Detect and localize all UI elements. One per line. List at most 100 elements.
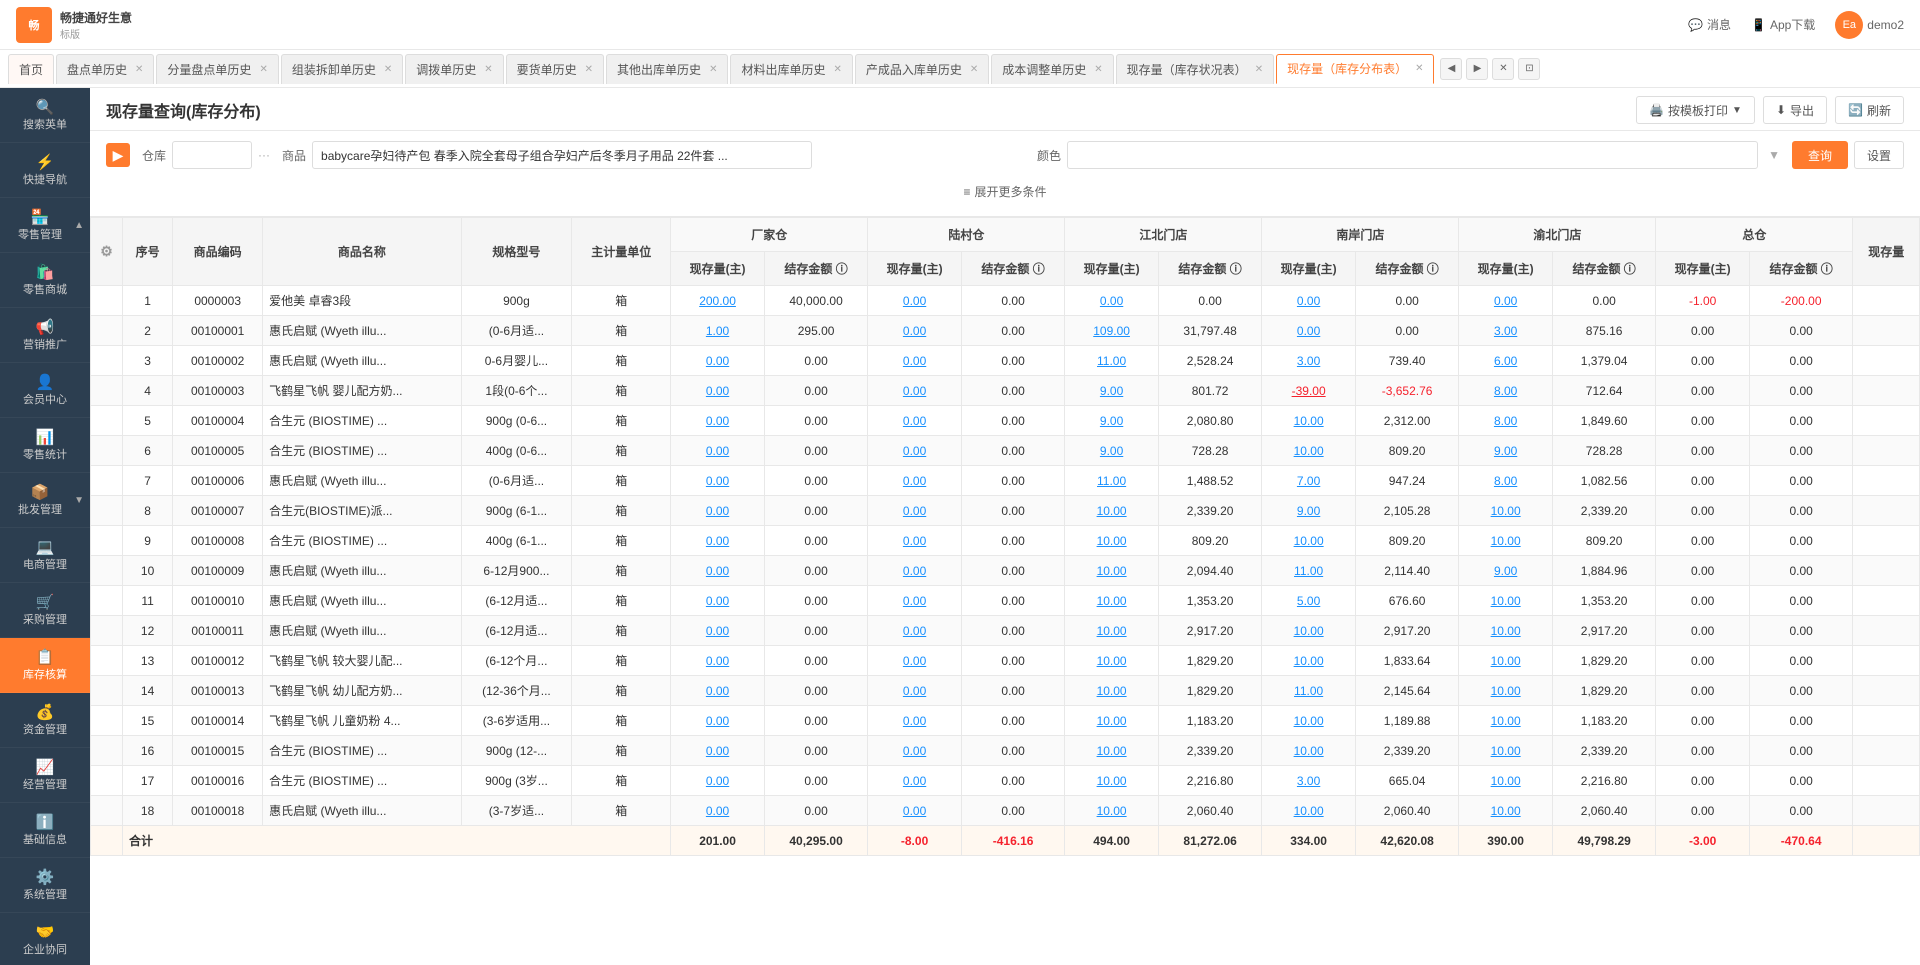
sidebar-item-business[interactable]: 📈 经营管理 [0, 748, 90, 803]
close-icon[interactable]: ✕ [135, 64, 143, 75]
table-row: 16 00100015 合生元 (BIOSTIME) ... 900g (12-… [91, 736, 1920, 766]
sidebar-item-marketing[interactable]: 📢 营销推广 [0, 308, 90, 363]
gear-icon[interactable]: ⚙ [100, 243, 113, 259]
ecommerce-icon: 💻 [6, 538, 84, 556]
col-group-jiangbei: 江北门店 [1065, 218, 1262, 252]
top-bar: 畅 畅捷通好生意 标版 💬 消息 📱 App下载 Ea demo2 [0, 0, 1920, 50]
table-row: 3 00100002 惠氏启赋 (Wyeth illu... 0-6月婴儿...… [91, 346, 1920, 376]
system-icon: ⚙️ [6, 868, 84, 886]
settings-btn[interactable]: 设置 [1854, 141, 1904, 169]
color-dropdown-icon[interactable]: ▼ [1768, 148, 1780, 162]
logo-text: 畅捷通好生意 标版 [60, 9, 132, 41]
close-icon[interactable]: ✕ [484, 64, 492, 75]
tab-prev-btn[interactable]: ◀ [1440, 58, 1462, 80]
page-header: 现存量查询(库存分布) 🖨️ 按模板打印 ▼ ⬇ 导出 🔄 刷新 [90, 88, 1920, 131]
export-icon: ⬇ [1776, 103, 1786, 117]
query-btn[interactable]: 查询 [1792, 141, 1848, 169]
top-right-actions: 💬 消息 📱 App下载 Ea demo2 [1688, 11, 1904, 39]
tab-close-btn[interactable]: ✕ [1492, 58, 1514, 80]
sidebar-item-members[interactable]: 👤 会员中心 [0, 363, 90, 418]
sidebar-item-search[interactable]: 🔍 搜索英单 [0, 88, 90, 143]
tab-11-active[interactable]: 现存量（库存分布表）✕ [1276, 54, 1434, 84]
close-icon[interactable]: ✕ [384, 64, 392, 75]
tab-8[interactable]: 产成品入库单历史 ✕ [855, 54, 989, 84]
close-icon[interactable]: ✕ [1415, 63, 1423, 74]
tab-home[interactable]: 首页 [8, 54, 54, 84]
avatar: Ea [1835, 11, 1863, 39]
tab-10[interactable]: 现存量（库存状况表）✕ [1116, 54, 1274, 84]
product-input[interactable] [312, 141, 812, 169]
baseinfo-icon: ℹ️ [6, 813, 84, 831]
search-icon: 🔍 [6, 98, 84, 116]
query-btns: 查询 设置 [1792, 141, 1904, 169]
total-row: 合计 201.00 40,295.00 -8.00 -416.16 494.00… [91, 826, 1920, 856]
sidebar: 🔍 搜索英单 ⚡ 快捷导航 🏪 零售管理 ▲ 🛍️ 零售商城 📢 营销推广 👤 … [0, 88, 90, 965]
filter-product: 商品 [282, 141, 1025, 169]
close-icon[interactable]: ✕ [709, 64, 717, 75]
sidebar-item-finance[interactable]: 💰 资金管理 [0, 693, 90, 748]
close-icon[interactable]: ✕ [259, 64, 267, 75]
marketing-icon: 📢 [6, 318, 84, 336]
inventory-table-container: ⚙ 序号 商品编码 商品名称 规格型号 主计量单位 厂家仓 陆村仓 江北门店 南… [90, 217, 1920, 965]
message-icon: 💬 [1688, 18, 1703, 32]
close-icon[interactable]: ✕ [1255, 64, 1263, 75]
sidebar-item-system[interactable]: ⚙️ 系统管理 [0, 858, 90, 913]
svg-text:畅: 畅 [29, 18, 40, 32]
col-spec: 规格型号 [461, 218, 572, 286]
sidebar-item-purchase[interactable]: 🛒 采购管理 [0, 583, 90, 638]
col-settings: ⚙ [91, 218, 123, 286]
export-btn[interactable]: ⬇ 导出 [1763, 96, 1827, 124]
sidebar-item-ecommerce[interactable]: 💻 电商管理 [0, 528, 90, 583]
close-icon[interactable]: ✕ [585, 64, 593, 75]
members-icon: 👤 [6, 373, 84, 391]
logo-area: 畅 畅捷通好生意 标版 [16, 7, 132, 43]
table-row: 5 00100004 合生元 (BIOSTIME) ... 900g (0-6.… [91, 406, 1920, 436]
chevron-up-icon: ▲ [74, 220, 84, 231]
warehouse-dots[interactable]: ··· [258, 148, 270, 162]
sidebar-item-retail-mall[interactable]: 🛍️ 零售商城 [0, 253, 90, 308]
sidebar-item-retail-stats[interactable]: 📊 零售统计 [0, 418, 90, 473]
print-btn[interactable]: 🖨️ 按模板打印 ▼ [1636, 96, 1755, 124]
tab-6[interactable]: 其他出库单历史 ✕ [606, 54, 728, 84]
sidebar-item-collab[interactable]: 🤝 企业协同 [0, 913, 90, 965]
table-row: 11 00100010 惠氏启赋 (Wyeth illu... (6-12月适.… [91, 586, 1920, 616]
col-nanan-amt: 结存金额 ⓘ [1355, 252, 1458, 286]
expand-more-wrapper: ≡ 展开更多条件 [106, 177, 1904, 206]
tab-next-btn[interactable]: ▶ [1466, 58, 1488, 80]
app-download-btn[interactable]: 📱 App下载 [1751, 16, 1815, 33]
close-icon[interactable]: ✕ [833, 64, 841, 75]
col-yubei-qty: 现存量(主) [1459, 252, 1553, 286]
col-unit: 主计量单位 [572, 218, 671, 286]
col-name: 商品名称 [263, 218, 461, 286]
wholesale-icon: 📦 [31, 483, 50, 501]
table-row: 18 00100018 惠氏启赋 (Wyeth illu... (3-7岁适..… [91, 796, 1920, 826]
message-btn[interactable]: 💬 消息 [1688, 16, 1731, 33]
tab-1[interactable]: 盘点单历史 ✕ [56, 54, 154, 84]
refresh-btn[interactable]: 🔄 刷新 [1835, 96, 1904, 124]
color-input[interactable] [1067, 141, 1758, 169]
sidebar-item-base-info[interactable]: ℹ️ 基础信息 [0, 803, 90, 858]
expand-arrow-btn[interactable]: ▶ [106, 143, 130, 167]
tab-4[interactable]: 调拨单历史 ✕ [405, 54, 503, 84]
filter-area: ▶ 仓库 ··· 商品 颜色 ▼ 查询 设置 [90, 131, 1920, 217]
filter-warehouse: 仓库 ··· [142, 141, 270, 169]
close-icon[interactable]: ✕ [1094, 64, 1102, 75]
sidebar-item-retail-mgmt[interactable]: 🏪 零售管理 ▲ [0, 198, 90, 253]
col-jiangbei-qty: 现存量(主) [1065, 252, 1159, 286]
warehouse-input[interactable] [172, 141, 252, 169]
sidebar-item-inventory[interactable]: 📋 库存核算 [0, 638, 90, 693]
col-group-yubei: 渝北门店 [1459, 218, 1656, 252]
col-jiangbei-amt: 结存金额 ⓘ [1158, 252, 1261, 286]
tab-5[interactable]: 要货单历史 ✕ [506, 54, 604, 84]
tab-9[interactable]: 成本调整单历史 ✕ [991, 54, 1113, 84]
tab-7[interactable]: 材料出库单历史 ✕ [730, 54, 852, 84]
tab-2[interactable]: 分量盘点单历史 ✕ [156, 54, 278, 84]
close-icon[interactable]: ✕ [970, 64, 978, 75]
table-row: 7 00100006 惠氏启赋 (Wyeth illu... (0-6月适...… [91, 466, 1920, 496]
sidebar-item-quicknav[interactable]: ⚡ 快捷导航 [0, 143, 90, 198]
sidebar-item-wholesale[interactable]: 📦 批发管理 ▼ [0, 473, 90, 528]
tab-expand-btn[interactable]: ⊡ [1518, 58, 1540, 80]
tab-3[interactable]: 组装拆卸单历史 ✕ [281, 54, 403, 84]
user-menu[interactable]: Ea demo2 [1835, 11, 1904, 39]
expand-more-btn[interactable]: ≡ 展开更多条件 [963, 183, 1046, 200]
